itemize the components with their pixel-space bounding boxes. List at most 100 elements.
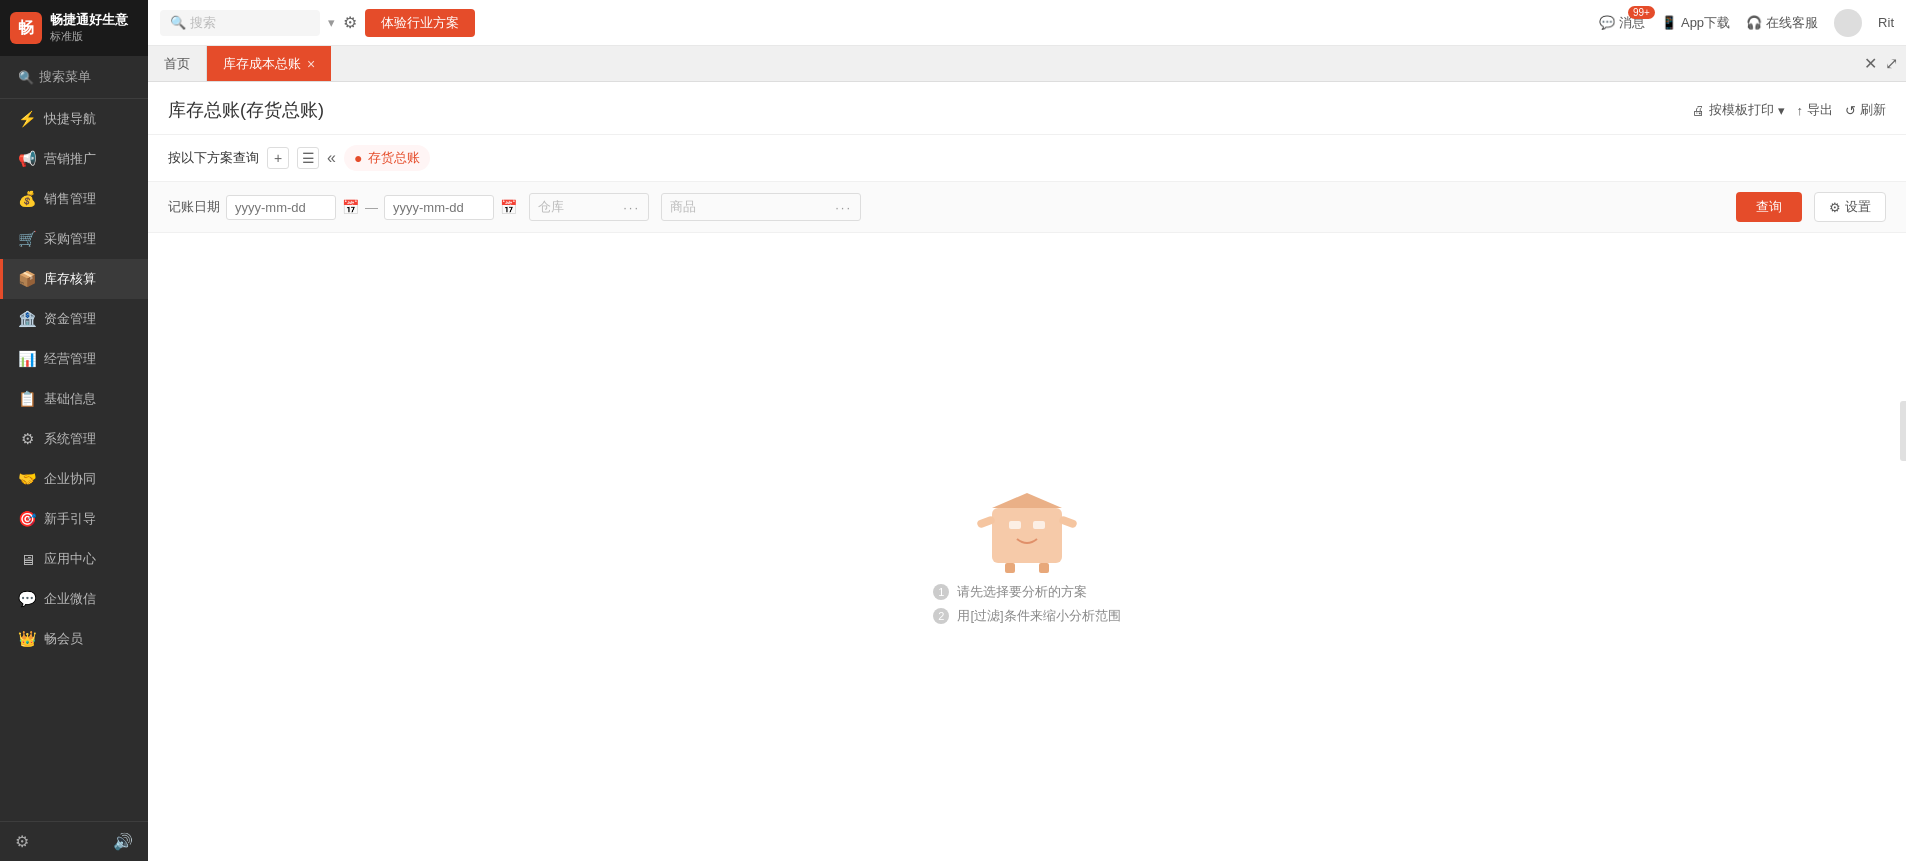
sidebar-item-label: 企业协同 [44, 470, 96, 488]
sidebar-item-operation[interactable]: 📊 经营管理 [0, 339, 148, 379]
refresh-btn[interactable]: ↺ 刷新 [1845, 101, 1886, 119]
refresh-icon: ↺ [1845, 103, 1856, 118]
settings-bottom-icon[interactable]: ⚙ [15, 832, 29, 851]
operation-icon: 📊 [18, 350, 36, 368]
wechat-icon: 💬 [18, 590, 36, 608]
online-service-label: 在线客服 [1766, 14, 1818, 32]
page-title: 库存总账(存货总账) [168, 98, 324, 122]
search-menu-btn[interactable]: 🔍 搜索菜单 [10, 64, 138, 90]
tabbar-close-btn[interactable]: ✕ [1864, 54, 1877, 73]
sidebar-item-label: 应用中心 [44, 550, 96, 568]
sales-icon: 💰 [18, 190, 36, 208]
hint-text-1: 请先选择要分析的方案 [957, 583, 1087, 601]
svg-rect-2 [1009, 521, 1021, 529]
svg-marker-1 [992, 493, 1062, 508]
sidebar-item-basic[interactable]: 📋 基础信息 [0, 379, 148, 419]
messages-badge: 99+ [1628, 6, 1655, 19]
headset-icon: 🎧 [1746, 15, 1762, 30]
calendar-end-icon[interactable]: 📅 [500, 199, 517, 215]
app-download-btn[interactable]: 📱 App下载 [1661, 14, 1730, 32]
page-header: 库存总账(存货总账) 🖨 按模板打印 ▾ ↑ 导出 ↺ 刷新 [148, 82, 1906, 135]
brand-subtitle: 标准版 [50, 29, 128, 43]
sidebar-item-label: 快捷导航 [44, 110, 96, 128]
svg-rect-0 [992, 508, 1062, 563]
sidebar-item-sales[interactable]: 💰 销售管理 [0, 179, 148, 219]
sidebar-item-system[interactable]: ⚙ 系统管理 [0, 419, 148, 459]
sidebar-item-label: 采购管理 [44, 230, 96, 248]
warehouse-field[interactable]: 仓库 ··· [529, 193, 649, 221]
tabbar: 首页 库存成本总账 × ✕ ⤢ [148, 46, 1906, 82]
query-btn[interactable]: 查询 [1736, 192, 1802, 222]
empty-svg [967, 463, 1087, 573]
logo-text: 畅捷通好生意 标准版 [50, 12, 128, 43]
guide-icon: 🎯 [18, 510, 36, 528]
sidebar-item-label: 基础信息 [44, 390, 96, 408]
sidebar-item-appcenter[interactable]: 🖥 应用中心 [0, 539, 148, 579]
trial-btn[interactable]: 体验行业方案 [365, 9, 475, 37]
sidebar-item-inventory[interactable]: 📦 库存核算 [0, 259, 148, 299]
print-dropdown-icon[interactable]: ▾ [1778, 103, 1785, 118]
sidebar-item-label: 系统管理 [44, 430, 96, 448]
topbar-gear-icon[interactable]: ⚙ [343, 13, 357, 32]
user-avatar[interactable] [1834, 9, 1862, 37]
online-service-btn[interactable]: 🎧 在线客服 [1746, 14, 1818, 32]
tabbar-expand-btn[interactable]: ⤢ [1885, 54, 1898, 73]
filter-collapse-icon[interactable]: « [327, 149, 336, 167]
empty-state: 1 请先选择要分析的方案 2 用[过滤]条件来缩小分析范围 [148, 233, 1906, 861]
tab-inventory-ledger[interactable]: 库存成本总账 × [207, 46, 331, 81]
member-icon: 👑 [18, 630, 36, 648]
sidebar-bottom: ⚙ 🔊 [0, 821, 148, 861]
print-btn[interactable]: 🖨 按模板打印 ▾ [1692, 101, 1785, 119]
sidebar-item-label: 新手引导 [44, 510, 96, 528]
filter-add-btn[interactable]: + [267, 147, 289, 169]
sidebar-item-finance[interactable]: 🏦 资金管理 [0, 299, 148, 339]
sidebar-item-label: 营销推广 [44, 150, 96, 168]
filter-scheme-item[interactable]: ● 存货总账 [344, 145, 430, 171]
date-end-input[interactable] [384, 195, 494, 220]
filter-menu-btn[interactable]: ☰ [297, 147, 319, 169]
page-actions: 🖨 按模板打印 ▾ ↑ 导出 ↺ 刷新 [1692, 101, 1887, 119]
sidebar-item-label: 经营管理 [44, 350, 96, 368]
audio-icon[interactable]: 🔊 [113, 832, 133, 851]
tab-close-icon[interactable]: × [307, 57, 315, 71]
query-row: 记账日期 📅 — 📅 仓库 ··· 商品 ··· 查询 ⚙ 设置 [148, 182, 1906, 233]
main-area: 🔍 搜索 ▾ ⚙ 体验行业方案 💬 消息 99+ 📱 App下载 🎧 在线客服 … [148, 0, 1906, 861]
tab-home[interactable]: 首页 [148, 46, 207, 81]
sidebar-item-quick-nav[interactable]: ⚡ 快捷导航 [0, 99, 148, 139]
topbar-chevron-icon[interactable]: ▾ [328, 15, 335, 30]
export-btn[interactable]: ↑ 导出 [1797, 101, 1834, 119]
date-separator: — [365, 200, 378, 215]
warehouse-label: 仓库 [538, 198, 564, 216]
sidebar-item-purchase[interactable]: 🛒 采购管理 [0, 219, 148, 259]
hint-num-1: 1 [933, 584, 949, 600]
sidebar-item-marketing[interactable]: 📢 营销推广 [0, 139, 148, 179]
hint-item-1: 1 请先选择要分析的方案 [933, 583, 1120, 601]
calendar-start-icon[interactable]: 📅 [342, 199, 359, 215]
date-start-input[interactable] [226, 195, 336, 220]
topbar: 🔍 搜索 ▾ ⚙ 体验行业方案 💬 消息 99+ 📱 App下载 🎧 在线客服 … [148, 0, 1906, 46]
basic-icon: 📋 [18, 390, 36, 408]
warehouse-more-icon: ··· [623, 200, 640, 215]
messages-btn[interactable]: 💬 消息 99+ [1599, 14, 1645, 32]
tab-active-label: 库存成本总账 [223, 55, 301, 73]
empty-illustration [967, 463, 1087, 563]
topbar-search-box[interactable]: 🔍 搜索 [160, 10, 320, 36]
sidebar-item-wechat[interactable]: 💬 企业微信 [0, 579, 148, 619]
sidebar-item-guide[interactable]: 🎯 新手引导 [0, 499, 148, 539]
logo-icon: 畅 [10, 12, 42, 44]
goods-more-icon: ··· [835, 200, 852, 215]
hint-item-2: 2 用[过滤]条件来缩小分析范围 [933, 607, 1120, 625]
topbar-search-text: 搜索 [190, 14, 216, 32]
right-panel-indicator[interactable] [1900, 401, 1906, 461]
sidebar-item-member[interactable]: 👑 畅会员 [0, 619, 148, 659]
svg-rect-3 [1033, 521, 1045, 529]
settings-icon: ⚙ [1829, 200, 1841, 215]
search-menu-label: 搜索菜单 [39, 68, 91, 86]
sidebar-item-label: 销售管理 [44, 190, 96, 208]
topbar-right: 💬 消息 99+ 📱 App下载 🎧 在线客服 Rit [1599, 9, 1894, 37]
content-area: 库存总账(存货总账) 🖨 按模板打印 ▾ ↑ 导出 ↺ 刷新 按以下方案查询 [148, 82, 1906, 861]
settings-btn[interactable]: ⚙ 设置 [1814, 192, 1886, 222]
finance-icon: 🏦 [18, 310, 36, 328]
goods-field[interactable]: 商品 ··· [661, 193, 861, 221]
sidebar-item-enterprise[interactable]: 🤝 企业协同 [0, 459, 148, 499]
